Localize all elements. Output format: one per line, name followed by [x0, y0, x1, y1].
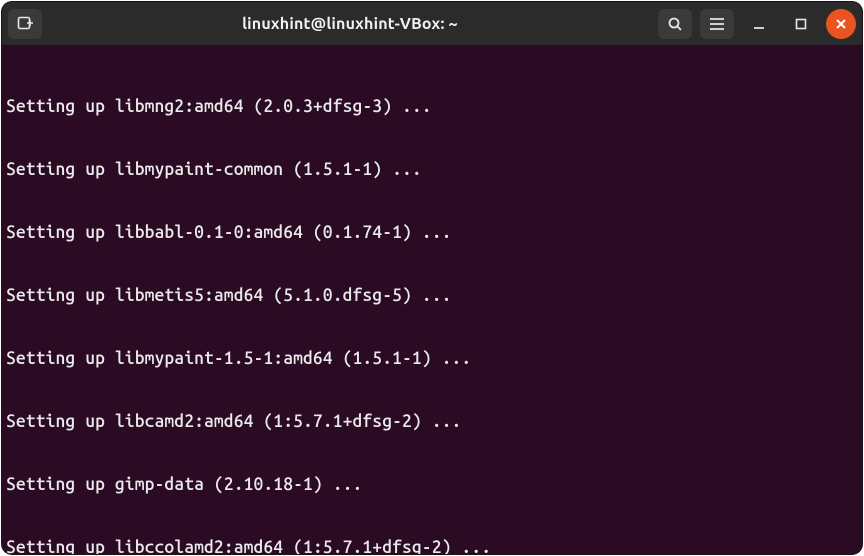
minimize-button[interactable]	[742, 9, 776, 39]
terminal-viewport[interactable]: Setting up libmng2:amd64 (2.0.3+dfsg-3) …	[2, 46, 862, 554]
output-line: Setting up libmetis5:amd64 (5.1.0.dfsg-5…	[6, 285, 862, 306]
output-line: Setting up gimp-data (2.10.18-1) ...	[6, 474, 862, 495]
output-line: Setting up libbabl-0.1-0:amd64 (0.1.74-1…	[6, 222, 862, 243]
output-line: Setting up libmypaint-1.5-1:amd64 (1.5.1…	[6, 348, 862, 369]
output-line: Setting up libmypaint-common (1.5.1-1) .…	[6, 159, 862, 180]
window-title: linuxhint@linuxhint-VBox: ~	[42, 15, 658, 33]
menu-button[interactable]	[700, 9, 734, 39]
titlebar-left	[8, 9, 42, 39]
output-line: Setting up libmng2:amd64 (2.0.3+dfsg-3) …	[6, 96, 862, 117]
terminal-window: linuxhint@linuxhint-VBox: ~	[2, 2, 862, 554]
search-button[interactable]	[658, 9, 692, 39]
output-line: Setting up libccolamd2:amd64 (1:5.7.1+df…	[6, 537, 862, 554]
close-button[interactable]	[826, 9, 856, 39]
new-tab-button[interactable]	[8, 9, 42, 39]
titlebar: linuxhint@linuxhint-VBox: ~	[2, 2, 862, 46]
maximize-button[interactable]	[784, 9, 818, 39]
titlebar-right	[658, 9, 856, 39]
output-line: Setting up libcamd2:amd64 (1:5.7.1+dfsg-…	[6, 411, 862, 432]
